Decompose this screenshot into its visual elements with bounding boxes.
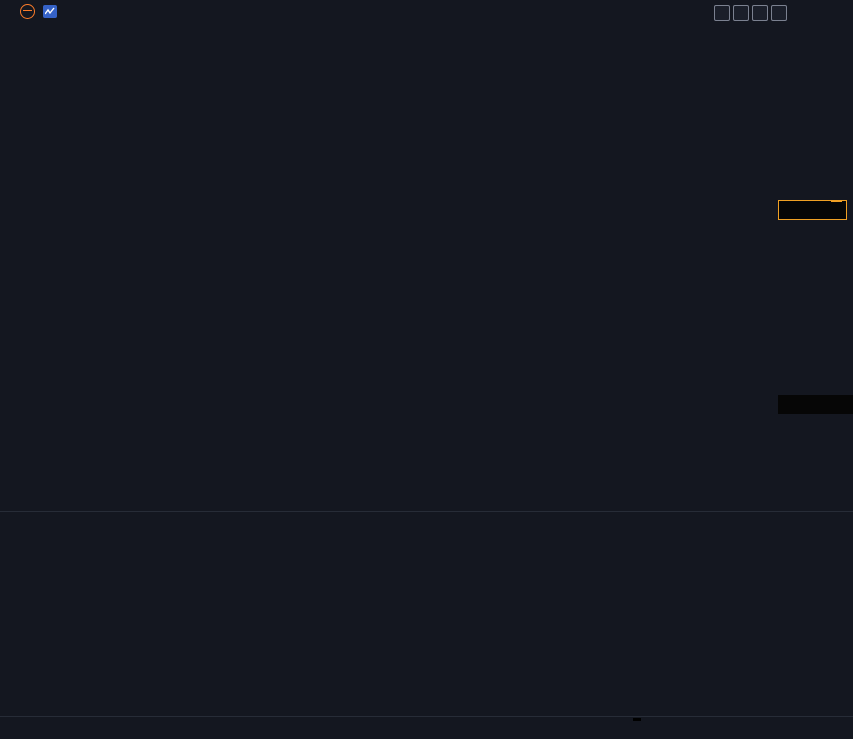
go-to-latest-icon[interactable]	[771, 5, 787, 21]
scroll-to-latest-button[interactable]	[831, 189, 842, 202]
marked-price-badge	[778, 395, 853, 414]
axis-divider	[0, 716, 853, 717]
main-chart-header	[7, 4, 97, 19]
scale-vertical-icon[interactable]	[733, 5, 749, 21]
chart-window	[0, 0, 853, 739]
pan-move-icon[interactable]	[714, 5, 730, 21]
candlestick-chart-canvas[interactable]	[0, 0, 853, 739]
chart-type-icon[interactable]	[43, 5, 57, 18]
date-tooltip	[633, 718, 641, 721]
pane-divider[interactable]	[0, 511, 853, 512]
scale-horizontal-icon[interactable]	[752, 5, 768, 21]
chart-toolbar	[714, 5, 787, 21]
hide-indicator-icon[interactable]	[20, 4, 35, 19]
current-price-badge	[778, 200, 847, 220]
